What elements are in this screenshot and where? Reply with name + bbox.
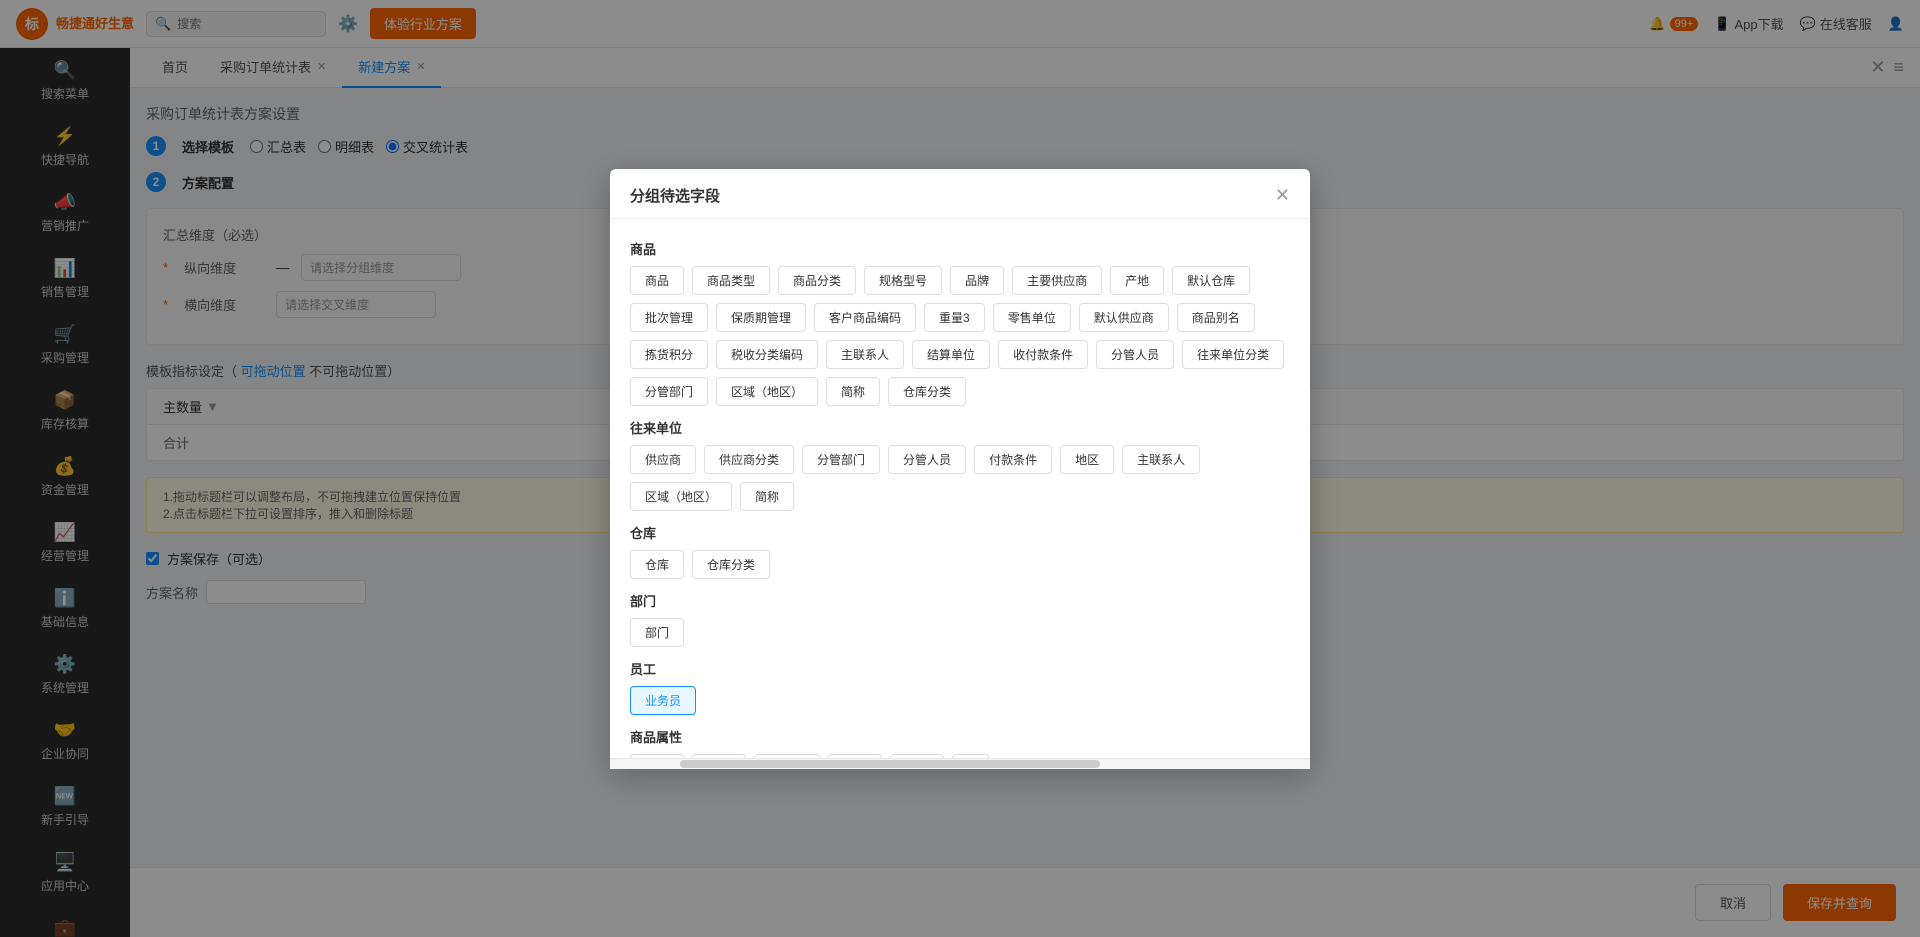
field-tag[interactable]: 税收分类编码 xyxy=(716,340,818,369)
group-title-goods: 商品 xyxy=(630,239,1290,258)
modal-title: 分组待选字段 xyxy=(630,185,720,206)
modal-horizontal-scrollbar[interactable] xyxy=(610,758,1310,768)
field-tag[interactable]: 客户商品编码 xyxy=(814,303,916,332)
field-tag[interactable]: 部门 xyxy=(630,618,684,647)
field-tag[interactable]: 分管人员 xyxy=(888,445,966,474)
field-tag[interactable]: 品牌 xyxy=(950,266,1004,295)
field-tag[interactable]: 区域（地区） xyxy=(630,482,732,511)
field-tag[interactable]: 保质期管理 xyxy=(716,303,806,332)
field-tag[interactable]: 零售单位 xyxy=(993,303,1071,332)
modal-body[interactable]: 商品 商品 商品类型 商品分类 规格型号 品牌 主要供应商 产地 默认仓库 批次… xyxy=(610,219,1310,759)
field-tag[interactable]: 默认供应商 xyxy=(1079,303,1169,332)
field-tag[interactable]: 主要供应商 xyxy=(1012,266,1102,295)
modal-header: 分组待选字段 ✕ xyxy=(610,169,1310,219)
field-tag[interactable]: 默认仓库 xyxy=(1172,266,1250,295)
group-title-goods-attr: 商品属性 xyxy=(630,727,1290,746)
field-tag[interactable]: 商品分类 xyxy=(778,266,856,295)
field-tag[interactable]: 供应商 xyxy=(630,445,696,474)
field-tag[interactable]: 仓库分类 xyxy=(888,377,966,406)
field-tag[interactable]: 商品 xyxy=(630,266,684,295)
field-tag[interactable]: 仓库 xyxy=(630,550,684,579)
group-department-tags: 部门 xyxy=(630,618,1290,647)
field-tag[interactable]: 仓库分类 xyxy=(692,550,770,579)
group-counterpart-tags: 供应商 供应商分类 分管部门 分管人员 付款条件 地区 主联系人 区域（地区） … xyxy=(630,445,1290,511)
modal-hscroll-thumb[interactable] xyxy=(680,760,1100,768)
field-tag[interactable]: 主联系人 xyxy=(1122,445,1200,474)
field-tag[interactable]: 简称 xyxy=(740,482,794,511)
field-tag[interactable]: 往来单位分类 xyxy=(1182,340,1284,369)
field-tag[interactable]: 主联系人 xyxy=(826,340,904,369)
field-tag[interactable]: 区域（地区） xyxy=(716,377,818,406)
field-tag[interactable]: 分管人员 xyxy=(1096,340,1174,369)
field-tag[interactable]: 结算单位 xyxy=(912,340,990,369)
field-tag[interactable]: 收付款条件 xyxy=(998,340,1088,369)
group-title-counterpart: 往来单位 xyxy=(630,418,1290,437)
field-tag[interactable]: 付款条件 xyxy=(974,445,1052,474)
field-tag[interactable]: 分管部门 xyxy=(630,377,708,406)
field-tag[interactable]: 商品别名 xyxy=(1177,303,1255,332)
modal-close-button[interactable]: ✕ xyxy=(1275,185,1290,206)
field-tag[interactable]: 批次管理 xyxy=(630,303,708,332)
field-tag[interactable]: 规格型号 xyxy=(864,266,942,295)
field-tag[interactable]: 拣货积分 xyxy=(630,340,708,369)
group-goods-tags: 商品 商品类型 商品分类 规格型号 品牌 主要供应商 产地 默认仓库 批次管理 … xyxy=(630,266,1290,406)
field-tag[interactable]: 简称 xyxy=(826,377,880,406)
field-tag[interactable]: 商品类型 xyxy=(692,266,770,295)
group-staff-tags: 业务员 xyxy=(630,686,1290,715)
group-title-warehouse: 仓库 xyxy=(630,523,1290,542)
modal-backdrop: 分组待选字段 ✕ 商品 商品 商品类型 商品分类 规格型号 品牌 主要供应商 产… xyxy=(0,0,1920,937)
field-tag[interactable]: 重量3 xyxy=(924,303,985,332)
field-tag[interactable]: 分管部门 xyxy=(802,445,880,474)
field-tag[interactable]: 产地 xyxy=(1110,266,1164,295)
field-select-modal: 分组待选字段 ✕ 商品 商品 商品类型 商品分类 规格型号 品牌 主要供应商 产… xyxy=(610,169,1310,769)
field-tag-selected[interactable]: 业务员 xyxy=(630,686,696,715)
field-tag[interactable]: 供应商分类 xyxy=(704,445,794,474)
group-title-department: 部门 xyxy=(630,591,1290,610)
group-title-staff: 员工 xyxy=(630,659,1290,678)
field-tag[interactable]: 地区 xyxy=(1060,445,1114,474)
group-warehouse-tags: 仓库 仓库分类 xyxy=(630,550,1290,579)
